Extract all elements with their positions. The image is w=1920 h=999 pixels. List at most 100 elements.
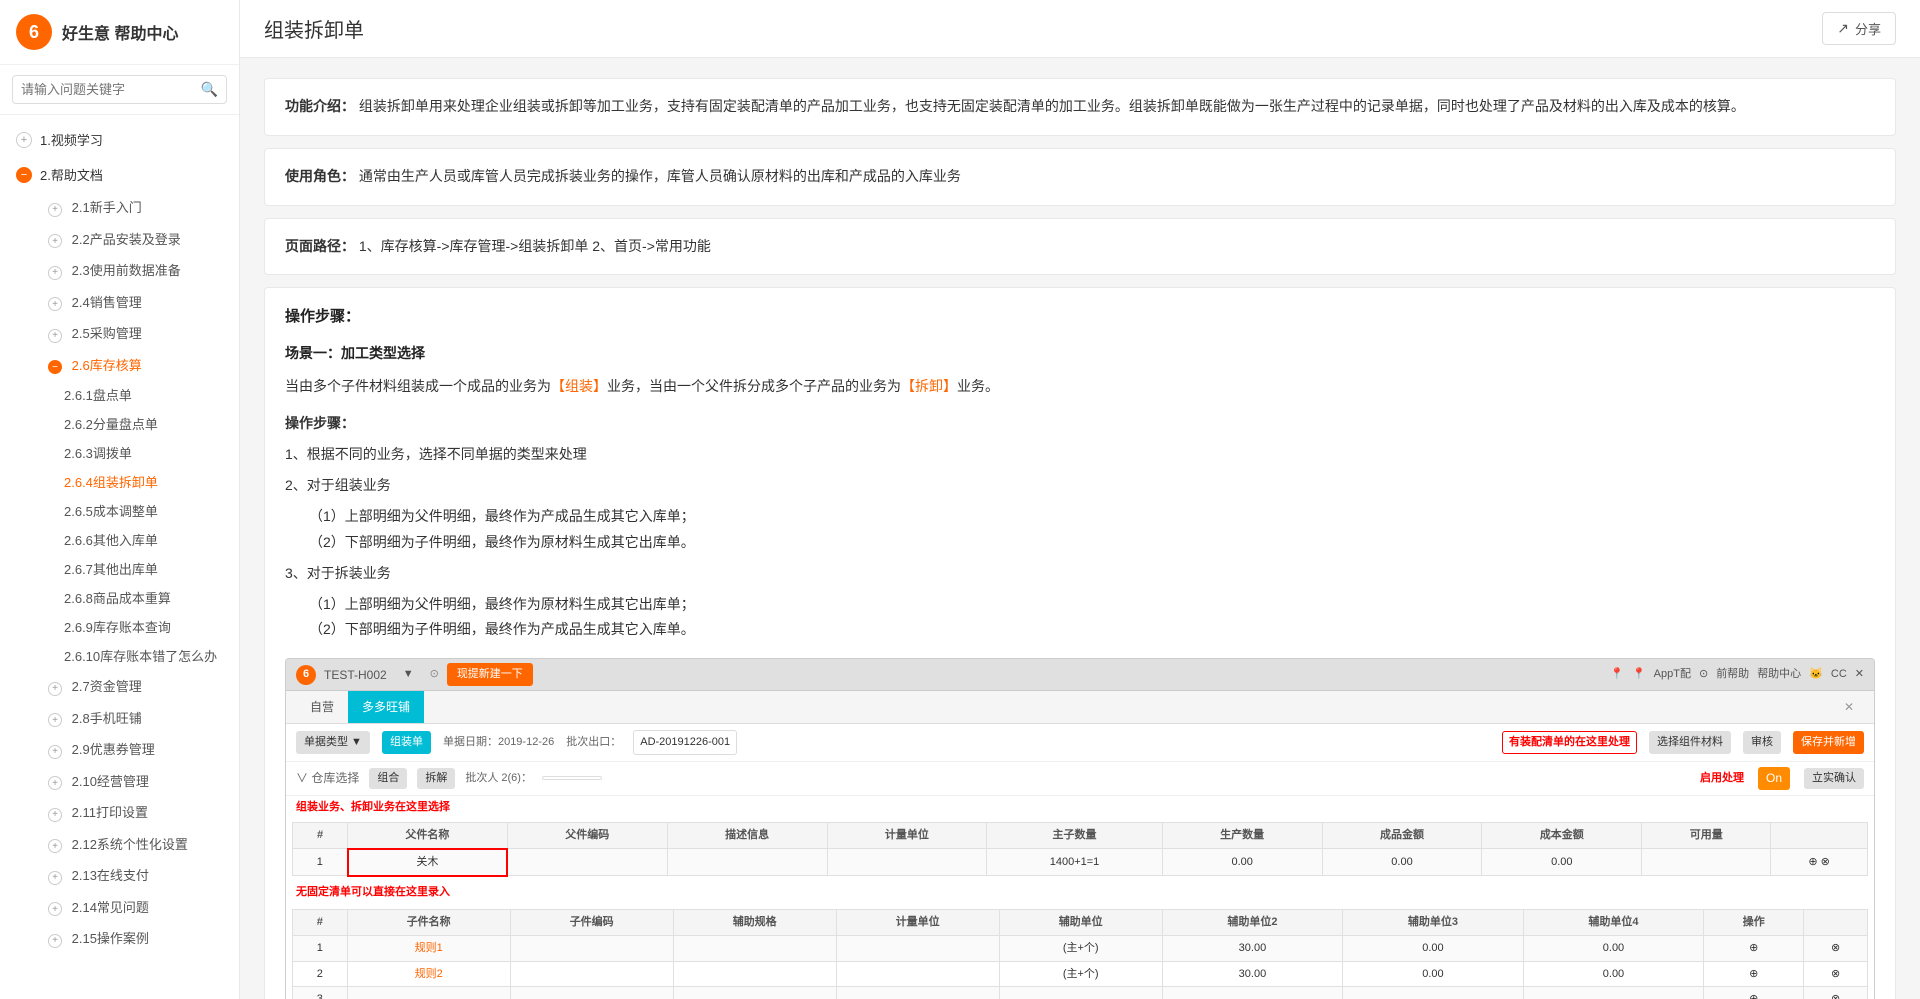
intro-label: 功能介绍： [285, 98, 355, 114]
sidebar-item-2.13[interactable]: + 2.13在线支付 [40, 859, 239, 891]
intro-text: 组装拆卸单用来处理企业组装或拆卸等加工业务，支持有固定装配清单的产品加工业务，也… [359, 98, 1745, 114]
ss-btn-select-component[interactable]: 选择组件材料 [1649, 731, 1731, 754]
ss-tab-zuhe[interactable]: 组合 [369, 768, 407, 789]
step3-1: （1）上部明细为父件明细，最终作为原材料生成其它出库单； [309, 592, 1875, 617]
annotation1: 有装配清单的在这里处理 [1502, 731, 1637, 754]
ss-td-pdesc [667, 849, 827, 876]
sidebar-item-2.15[interactable]: + 2.15操作案例 [40, 922, 239, 954]
share-label: 分享 [1855, 19, 1881, 38]
ss-td-avail [1642, 849, 1771, 876]
ss-titlebar-text: TEST-H002 [324, 665, 387, 685]
ss-td-cost: 0.00 [1482, 849, 1642, 876]
sidebar-item-2.11[interactable]: + 2.11打印设置 [40, 796, 239, 828]
table-row: 3⊕⊗ [293, 987, 1868, 999]
share-button[interactable]: ↗ 分享 [1822, 12, 1896, 45]
sidebar-item-2.12[interactable]: + 2.12系统个性化设置 [40, 828, 239, 860]
path-text: 1、库存核算->库存管理->组装拆卸单 2、首页->常用功能 [359, 238, 711, 254]
role-text: 通常由生产人员或库管人员完成拆装业务的操作，库管人员确认原材料的出库和产成品的入… [359, 168, 961, 184]
scenario1-title: 场景一：加工类型选择 [285, 342, 1875, 366]
plus-icon: + [48, 329, 62, 343]
ss-th-desc: 描述信息 [667, 823, 827, 849]
search-input[interactable] [21, 82, 201, 97]
screenshot-mock: 6 TEST-H002 ▼ ⊙ 现提新建一下 📍📍 AppT配⊙ 前帮助帮助中心… [285, 658, 1875, 999]
plus-icon: + [48, 266, 62, 280]
logo-text: 好生意 帮助中心 [62, 20, 178, 44]
ss-form-row: 单据类型 ▼ 组装单 单据日期：2019-12-26 批次出口： AD-2019… [286, 724, 1874, 762]
ss-td-punit [827, 849, 987, 876]
sidebar-item-2.5[interactable]: + 2.5采购管理 [40, 317, 239, 349]
sidebar-item-2.6.1[interactable]: 2.6.1盘点单 [56, 380, 239, 409]
ss-top-table: # 父件名称 父件编码 描述信息 计量单位 主子数量 生产数量 成品金额 成本金… [292, 822, 1868, 876]
steps-card: 操作步骤： 场景一：加工类型选择 当由多个子件材料组装成一个成品的业务为【组装】… [264, 287, 1896, 999]
sidebar-item-2.8[interactable]: + 2.8手机旺铺 [40, 702, 239, 734]
ss-btn-apply[interactable]: 立实确认 [1804, 768, 1864, 789]
plus-icon: + [48, 902, 62, 916]
ss-bottom-table: # 子件名称 子件编码 辅助规格 计量单位 辅助单位 辅助单位2 辅助单位3 辅… [292, 909, 1868, 999]
sidebar-item-2.14[interactable]: + 2.14常见问题 [40, 891, 239, 923]
sidebar-item-2.6.8[interactable]: 2.6.8商品成本重算 [56, 583, 239, 612]
sidebar-item-2.6.10[interactable]: 2.6.10库存账本错了怎么办 [56, 641, 239, 670]
minus-icon: − [48, 360, 62, 374]
ss-td-seq: 1 [293, 849, 348, 876]
ss-btn-action[interactable]: 组装单 [382, 731, 431, 754]
sidebar-item-docs[interactable]: − 2.帮助文档 [0, 158, 239, 191]
ss-btn-doctype[interactable]: 单据类型 ▼ [296, 731, 370, 754]
sidebar-item-2.6.4[interactable]: 2.6.4组装拆卸单 [56, 467, 239, 496]
ss-td-pcode [507, 849, 667, 876]
logo-area: 6 好生意 帮助中心 [0, 0, 239, 65]
sidebar-item-2.6.3[interactable]: 2.6.3调拨单 [56, 438, 239, 467]
ss-tab-active[interactable]: 多多旺铺 [348, 691, 424, 723]
ss-tabbar: 自营 多多旺铺 ✕ [286, 691, 1874, 724]
sidebar-item-2.6.6[interactable]: 2.6.6其他入库单 [56, 525, 239, 554]
share-icon: ↗ [1837, 20, 1849, 37]
topbar: 组装拆卸单 ↗ 分享 [240, 0, 1920, 58]
sidebar-item-video[interactable]: + 1.视频学习 [0, 123, 239, 156]
ss-bth-op: 操作 [1704, 910, 1804, 936]
plus-icon: + [48, 203, 62, 217]
main-content: 组装拆卸单 ↗ 分享 功能介绍： 组装拆卸单用来处理企业组装或拆卸等加工业务，支… [240, 0, 1920, 999]
annotation5: 无固定清单可以直接在这里录入 [286, 881, 1874, 906]
ss-top-table-container: # 父件名称 父件编码 描述信息 计量单位 主子数量 生产数量 成品金额 成本金… [286, 818, 1874, 880]
screenshot-inner: 自营 多多旺铺 ✕ 单据类型 ▼ 组装单 单据日期：2019-12-26 批次出… [286, 691, 1874, 999]
sidebar-item-2.6.5[interactable]: 2.6.5成本调整单 [56, 496, 239, 525]
sidebar-item-2.3[interactable]: + 2.3使用前数据准备 [40, 254, 239, 286]
path-card: 页面路径： 1、库存核算->库存管理->组装拆卸单 2、首页->常用功能 [264, 218, 1896, 276]
ss-btn-save[interactable]: 保存并新增 [1793, 731, 1864, 754]
search-box: 🔍 [12, 75, 227, 104]
sidebar-item-2.7[interactable]: + 2.7资金管理 [40, 670, 239, 702]
plus-icon: + [48, 871, 62, 885]
annotation3: 组装业务、拆卸业务在这里选择 [286, 796, 1874, 819]
ss-btn-confirm[interactable]: 审核 [1743, 731, 1781, 754]
sidebar-item-2.6.9[interactable]: 2.6.9库存账本查询 [56, 612, 239, 641]
sidebar-item-2.6[interactable]: − 2.6库存核算 [40, 349, 239, 381]
sidebar-item-2.9[interactable]: + 2.9优惠券管理 [40, 733, 239, 765]
ss-th-seq: # [293, 823, 348, 849]
search-area: 🔍 [0, 65, 239, 115]
ss-th-avail: 可用量 [1642, 823, 1771, 849]
sidebar-item-2.10[interactable]: + 2.10经营管理 [40, 765, 239, 797]
sidebar-item-2.6.2[interactable]: 2.6.2分量盘点单 [56, 409, 239, 438]
ss-th-parent-name: 父件名称 [348, 823, 508, 849]
ss-td-qty: 1400+1=1 [987, 849, 1162, 876]
step3-2: （2）下部明细为子件明细，最终作为产成品生成其它入库单。 [309, 617, 1875, 642]
docs-sub-items: + 2.1新手入门 + 2.2产品安装及登录 + 2.3使用前数据准备 + 2.… [0, 191, 239, 954]
sidebar-item-2.6.7[interactable]: 2.6.7其他出库单 [56, 554, 239, 583]
ss-bth-unit1: 计量单位 [836, 910, 999, 936]
sidebar-item-docs-label: 2.帮助文档 [40, 165, 103, 184]
ss-tab-ziyng[interactable]: 自营 [296, 691, 348, 723]
logo-icon: 6 [16, 14, 52, 50]
step2: 2、对于组装业务 [285, 473, 1875, 498]
sidebar-item-2.2[interactable]: + 2.2产品安装及登录 [40, 223, 239, 255]
sidebar-item-2.1[interactable]: + 2.1新手入门 [40, 191, 239, 223]
nav-tree: + 1.视频学习 − 2.帮助文档 + 2.1新手入门 + 2.2产品安装及登录 [0, 115, 239, 999]
ss-th-unit: 计量单位 [827, 823, 987, 849]
ss-tab-chaijie[interactable]: 拆解 [417, 768, 455, 789]
search-icon[interactable]: 🔍 [201, 81, 218, 98]
sidebar-item-2.4[interactable]: + 2.4销售管理 [40, 286, 239, 318]
minus-icon: − [16, 167, 32, 183]
ss-th-op [1771, 823, 1868, 849]
nav-section-docs: − 2.帮助文档 + 2.1新手入门 + 2.2产品安装及登录 + 2.3使用前… [0, 158, 239, 954]
table-row: 1 规则1 (主+个) 30.00 0.00 0.00 ⊕ [293, 935, 1868, 961]
ss-tab-close[interactable]: ✕ [1834, 691, 1864, 723]
sidebar: 6 好生意 帮助中心 🔍 + 1.视频学习 − 2.帮助文档 + 2.1新手入 [0, 0, 240, 999]
